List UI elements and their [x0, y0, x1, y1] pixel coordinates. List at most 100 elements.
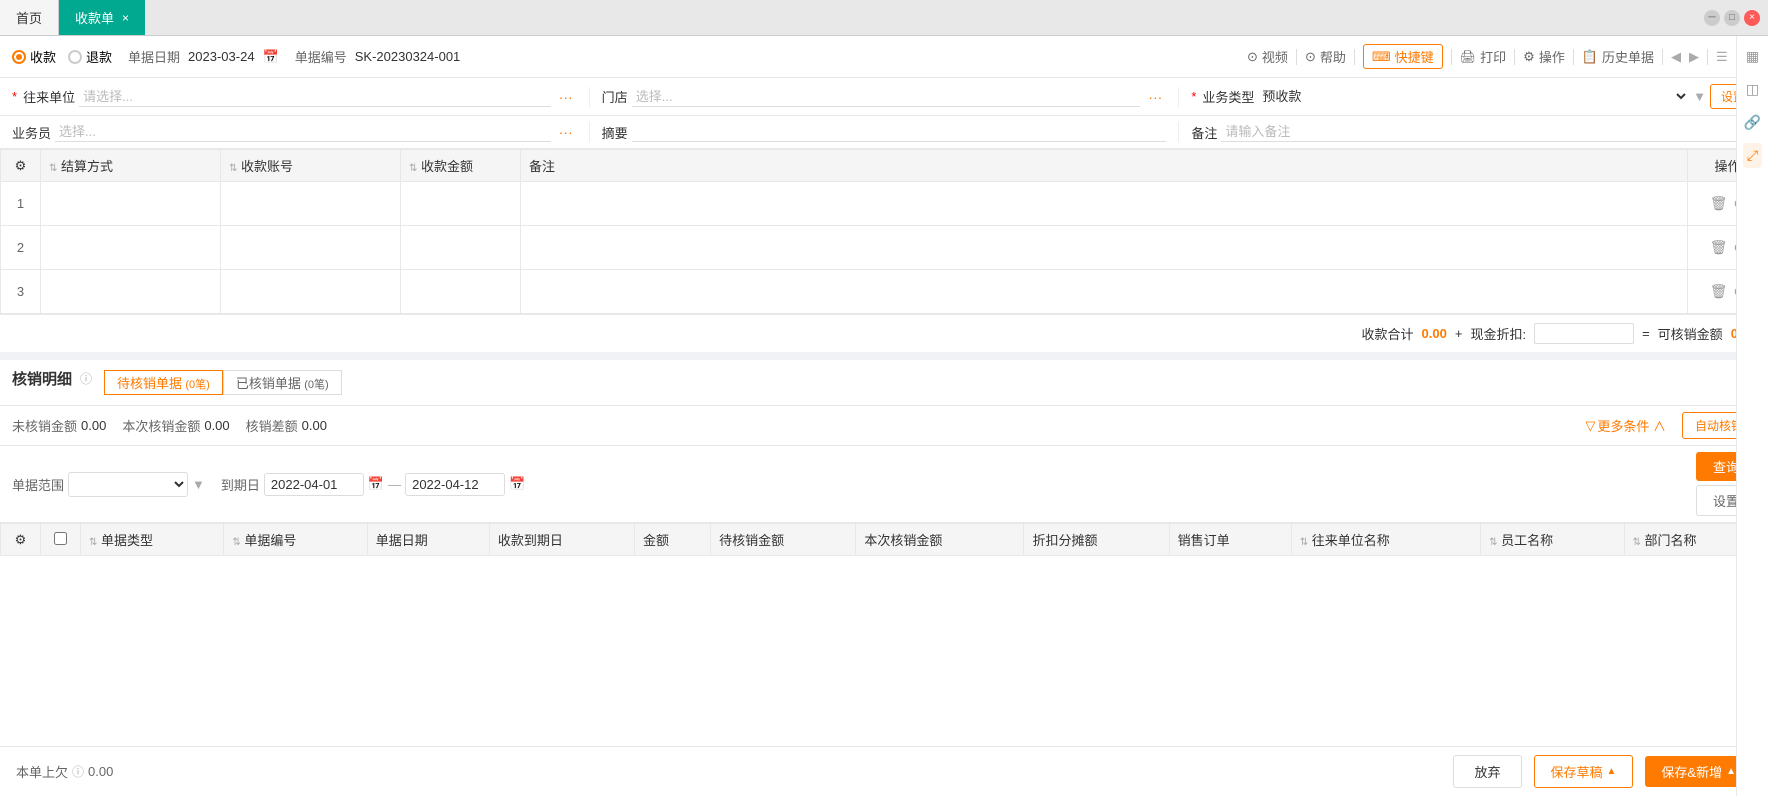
divider-5	[1573, 49, 1574, 65]
stat-diff: 核销差额 0.00	[246, 416, 327, 435]
row-3-note[interactable]	[521, 270, 1688, 314]
settings-icon[interactable]: ⚙	[15, 158, 27, 173]
radio-refund-dot	[68, 50, 82, 64]
print-btn[interactable]: 🖨 打印	[1460, 47, 1507, 66]
due-date-to-input[interactable]	[405, 473, 505, 496]
th-settings[interactable]: ⚙	[1, 150, 41, 182]
operation-btn[interactable]: ⚙ 操作	[1523, 47, 1565, 66]
save-new-label: 保存&新增	[1661, 762, 1722, 781]
row-2-amount[interactable]	[401, 226, 521, 270]
row-1-amount[interactable]	[401, 182, 521, 226]
counterpart-input[interactable]	[79, 87, 551, 107]
store-input[interactable]	[632, 87, 1141, 107]
tab-pending[interactable]: 待核销单据 (0笔)	[104, 370, 223, 395]
sidebar-icon-doc[interactable]: ◫	[1742, 77, 1763, 102]
discount-label-th: 折扣分摊额	[1032, 533, 1097, 548]
row-1-delete-icon[interactable]: 🗑	[1710, 195, 1728, 212]
more-conditions-label: 更多条件 ∧	[1597, 416, 1666, 435]
bth-settings[interactable]: ⚙	[1, 524, 41, 556]
tab-home[interactable]: 首页	[0, 0, 59, 35]
tab-close-icon[interactable]: ×	[122, 11, 129, 25]
due-date-from-input[interactable]	[264, 473, 364, 496]
grid-view-icon[interactable]: ☰	[1716, 49, 1728, 65]
select-all-checkbox[interactable]	[54, 532, 67, 545]
counterpart-label: 往来单位	[23, 87, 75, 106]
note-input[interactable]	[1221, 122, 1756, 142]
row-3-delete-icon[interactable]: 🗑	[1710, 283, 1728, 300]
video-label: 视频	[1262, 47, 1288, 66]
row-2-note[interactable]	[521, 226, 1688, 270]
window-close-button[interactable]: ×	[1744, 10, 1760, 26]
settlement-method-label: 结算方式	[61, 159, 113, 174]
calendar-icon[interactable]: 📅	[263, 49, 279, 65]
salesperson-group: 业务员 ···	[12, 122, 590, 142]
discard-button[interactable]: 放弃	[1453, 755, 1521, 788]
help-btn[interactable]: ⊙ 帮助	[1305, 47, 1346, 66]
th-amount: ⇅ 收款金额	[401, 150, 521, 182]
total-value: 0.00	[1422, 326, 1447, 341]
row-num-2: 2	[1, 226, 41, 270]
row-2-account[interactable]	[221, 226, 401, 270]
store-more-icon[interactable]: ···	[1144, 89, 1166, 105]
operation-icon: ⚙	[1523, 49, 1535, 65]
row-1-note[interactable]	[521, 182, 1688, 226]
save-draft-button[interactable]: 保存草稿 ▲	[1534, 755, 1634, 788]
summary-input[interactable]	[632, 122, 1167, 142]
discount-input[interactable]	[1534, 323, 1634, 344]
save-draft-chevron-icon: ▲	[1607, 766, 1617, 777]
calendar-from-icon[interactable]: 📅	[368, 476, 384, 492]
calendar-to-icon[interactable]: 📅	[509, 476, 525, 492]
doc-date-label: 单据日期	[376, 533, 428, 548]
filter-range-group: 单据范围 ▼	[12, 472, 205, 497]
divider-7	[1707, 49, 1708, 65]
pending-amount-label: 待核销金额	[719, 533, 784, 548]
filter-icon: ▽	[1585, 418, 1595, 434]
row-3-amount[interactable]	[401, 270, 521, 314]
sidebar-icon-link[interactable]: 🔗	[1740, 110, 1765, 135]
sidebar-icon-table[interactable]: ▦	[1742, 44, 1763, 69]
toolbar-number-info: 单据编号 SK-20230324-001	[295, 47, 461, 66]
row-1-settlement[interactable]	[41, 182, 221, 226]
bth-discount: 折扣分摊额	[1024, 524, 1169, 556]
th-account: ⇅ 收款账号	[221, 150, 401, 182]
verify-info-icon[interactable]: ⓘ	[80, 370, 92, 387]
video-btn[interactable]: ⊙ 视频	[1247, 47, 1288, 66]
divider-4	[1514, 49, 1515, 65]
history-btn[interactable]: 📋 历史单据	[1582, 47, 1654, 66]
table-row: 1 🗑 ⊕	[1, 182, 1768, 226]
nav-right-icon[interactable]: ▶	[1689, 49, 1699, 65]
divider-1	[1296, 49, 1297, 65]
radio-receive[interactable]: 收款	[12, 47, 56, 66]
row-2-delete-icon[interactable]: 🗑	[1710, 239, 1728, 256]
row-1-account[interactable]	[221, 182, 401, 226]
salesperson-more-icon[interactable]: ···	[555, 124, 577, 140]
carry-info: 本单上欠 ⓘ 0.00	[16, 762, 113, 781]
radio-refund[interactable]: 退款	[68, 47, 112, 66]
range-select[interactable]	[68, 472, 188, 497]
sort-icon-amount: ⇅	[409, 163, 417, 174]
bottom-table: ⚙ ⇅ 单据类型 ⇅ 单据编号 单据日期	[0, 523, 1768, 556]
operation-label: 操作	[1539, 47, 1565, 66]
bth-doc-type: ⇅ 单据类型	[81, 524, 224, 556]
bottom-table-area: ⚙ ⇅ 单据类型 ⇅ 单据编号 单据日期	[0, 523, 1768, 746]
carry-info-icon[interactable]: ⓘ	[72, 763, 84, 780]
sidebar-icon-expand[interactable]: ⤢	[1743, 143, 1762, 168]
counterpart-more-icon[interactable]: ···	[555, 89, 577, 105]
shortcut-btn[interactable]: ⌨ 快捷键	[1363, 44, 1443, 69]
tab-done-count: (0笔)	[304, 379, 328, 391]
window-minimize-button[interactable]: ─	[1704, 10, 1720, 26]
business-type-select[interactable]: 预收款	[1258, 88, 1689, 105]
salesperson-input[interactable]	[55, 122, 551, 142]
diff-label: 核销差额	[246, 416, 298, 435]
row-2-settlement[interactable]	[41, 226, 221, 270]
row-3-settlement[interactable]	[41, 270, 221, 314]
window-maximize-button[interactable]: □	[1724, 10, 1740, 26]
required-mark-2: *	[1191, 89, 1196, 104]
help-label: 帮助	[1320, 47, 1346, 66]
tab-current[interactable]: 收款单 ×	[59, 0, 145, 35]
row-3-account[interactable]	[221, 270, 401, 314]
tab-done[interactable]: 已核销单据 (0笔)	[223, 370, 342, 395]
range-chevron-icon: ▼	[192, 477, 205, 492]
more-conditions-btn[interactable]: ▽ 更多条件 ∧	[1585, 416, 1666, 435]
nav-left-icon[interactable]: ◀	[1671, 49, 1681, 65]
